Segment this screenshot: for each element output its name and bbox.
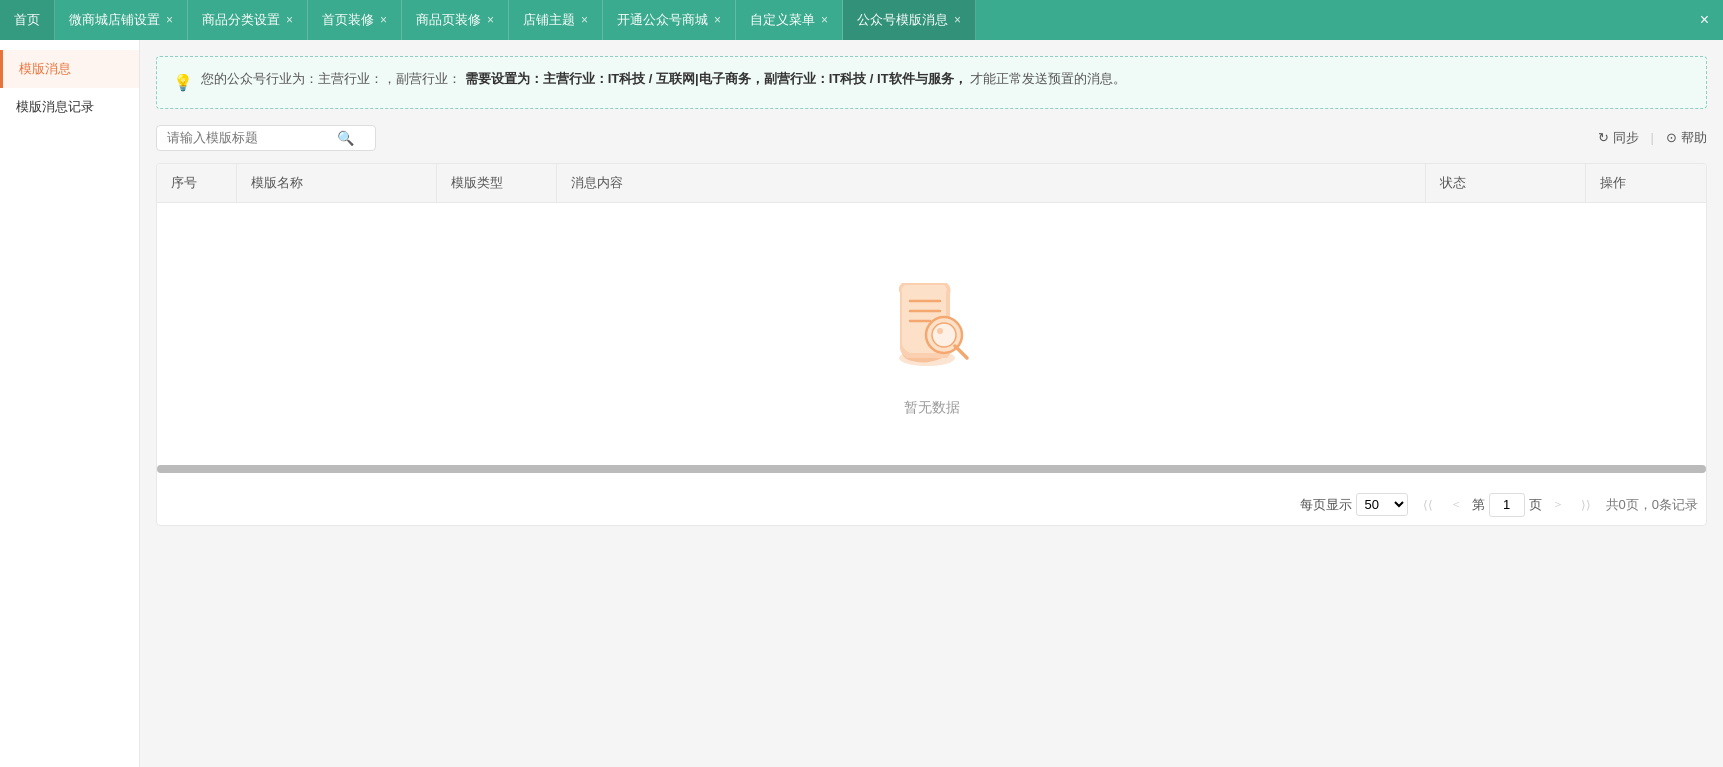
- next-page-button[interactable]: ＞: [1546, 493, 1570, 517]
- tab-bar: 首页 微商城店铺设置 × 商品分类设置 × 首页装修 × 商品页装修 × 店铺主…: [0, 0, 1723, 40]
- page-size-dropdown[interactable]: 50 10 20 100: [1356, 493, 1408, 516]
- col-name: 模版名称: [237, 164, 437, 202]
- search-input-wrap: 🔍: [156, 125, 376, 151]
- notice-box: 💡 您的公众号行业为：主营行业：，副营行业： 需要设置为：主营行业：IT科技 /…: [156, 56, 1707, 109]
- tab-shop-settings[interactable]: 微商城店铺设置 ×: [55, 0, 188, 40]
- total-count: 共0页，0条记录: [1606, 496, 1698, 514]
- help-icon: ⊙: [1666, 130, 1677, 145]
- tab-product-category[interactable]: 商品分类设置 ×: [188, 0, 308, 40]
- main-layout: 模版消息 模版消息记录 💡 您的公众号行业为：主营行业：，副营行业： 需要设置为…: [0, 40, 1723, 767]
- table-header: 序号 模版名称 模版类型 消息内容 状态 操作: [157, 164, 1706, 203]
- tab-custom-menu[interactable]: 自定义菜单 ×: [736, 0, 843, 40]
- window-close-button[interactable]: ×: [1686, 11, 1723, 29]
- tab-close-shop-settings[interactable]: ×: [166, 13, 173, 27]
- tab-open-mall[interactable]: 开通公众号商城 ×: [603, 0, 736, 40]
- tab-close-template-msg[interactable]: ×: [954, 13, 961, 27]
- main-content: 💡 您的公众号行业为：主营行业：，副营行业： 需要设置为：主营行业：IT科技 /…: [140, 40, 1723, 767]
- prev-page-button[interactable]: ＜: [1444, 493, 1468, 517]
- pagination: 每页显示 50 10 20 100 ⟨⟨ ＜ 第 页 ＞ ⟩⟩: [157, 481, 1706, 525]
- page-suffix: 页: [1529, 496, 1542, 514]
- horizontal-scrollbar[interactable]: [157, 465, 1706, 473]
- tab-close-custom-menu[interactable]: ×: [821, 13, 828, 27]
- col-type: 模版类型: [437, 164, 557, 202]
- sidebar-item-template-msg[interactable]: 模版消息: [0, 50, 139, 88]
- tab-close-home-decoration[interactable]: ×: [380, 13, 387, 27]
- last-page-button[interactable]: ⟩⟩: [1574, 493, 1598, 517]
- tab-close-open-mall[interactable]: ×: [714, 13, 721, 27]
- tab-close-product-decoration[interactable]: ×: [487, 13, 494, 27]
- notice-icon: 💡: [173, 70, 193, 96]
- tab-home[interactable]: 首页: [0, 0, 55, 40]
- page-navigation: ⟨⟨ ＜ 第 页 ＞ ⟩⟩: [1416, 493, 1598, 517]
- sidebar: 模版消息 模版消息记录: [0, 40, 140, 767]
- empty-state: 暂无数据: [157, 203, 1706, 457]
- page-label: 第: [1472, 496, 1485, 514]
- svg-line-6: [955, 346, 967, 358]
- page-size-label: 每页显示: [1300, 496, 1352, 514]
- sync-icon: ↻: [1598, 130, 1609, 145]
- help-button[interactable]: ⊙ 帮助: [1666, 129, 1707, 147]
- tab-template-msg[interactable]: 公众号模版消息 ×: [843, 0, 976, 40]
- col-content: 消息内容: [557, 164, 1426, 202]
- empty-text: 暂无数据: [904, 399, 960, 417]
- col-index: 序号: [157, 164, 237, 202]
- col-action: 操作: [1586, 164, 1706, 202]
- tab-shop-theme[interactable]: 店铺主题 ×: [509, 0, 603, 40]
- first-page-button[interactable]: ⟨⟨: [1416, 493, 1440, 517]
- search-button[interactable]: 🔍: [337, 130, 354, 146]
- sidebar-item-template-msg-record[interactable]: 模版消息记录: [0, 88, 139, 126]
- sync-button[interactable]: ↻ 同步: [1598, 129, 1639, 147]
- divider: |: [1651, 130, 1654, 145]
- scroll-thumb[interactable]: [157, 465, 1706, 473]
- svg-point-5: [932, 323, 956, 347]
- col-status: 状态: [1426, 164, 1586, 202]
- tab-close-product-category[interactable]: ×: [286, 13, 293, 27]
- tab-product-decoration[interactable]: 商品页装修 ×: [402, 0, 509, 40]
- tab-home-decoration[interactable]: 首页装修 ×: [308, 0, 402, 40]
- current-page-input[interactable]: [1489, 493, 1525, 517]
- search-input[interactable]: [167, 130, 337, 145]
- page-size-select: 每页显示 50 10 20 100: [1300, 493, 1408, 516]
- search-bar: 🔍 ↻ 同步 | ⊙ 帮助: [156, 125, 1707, 151]
- search-actions: ↻ 同步 | ⊙ 帮助: [1598, 129, 1707, 147]
- data-table: 序号 模版名称 模版类型 消息内容 状态 操作: [156, 163, 1707, 526]
- svg-point-7: [937, 328, 943, 334]
- notice-text: 您的公众号行业为：主营行业：，副营行业： 需要设置为：主营行业：IT科技 / 互…: [201, 69, 1126, 90]
- tab-close-shop-theme[interactable]: ×: [581, 13, 588, 27]
- empty-illustration: [872, 263, 992, 383]
- notice-highlight: 需要设置为：主营行业：IT科技 / 互联网|电子商务，副营行业：IT科技 / I…: [465, 71, 967, 86]
